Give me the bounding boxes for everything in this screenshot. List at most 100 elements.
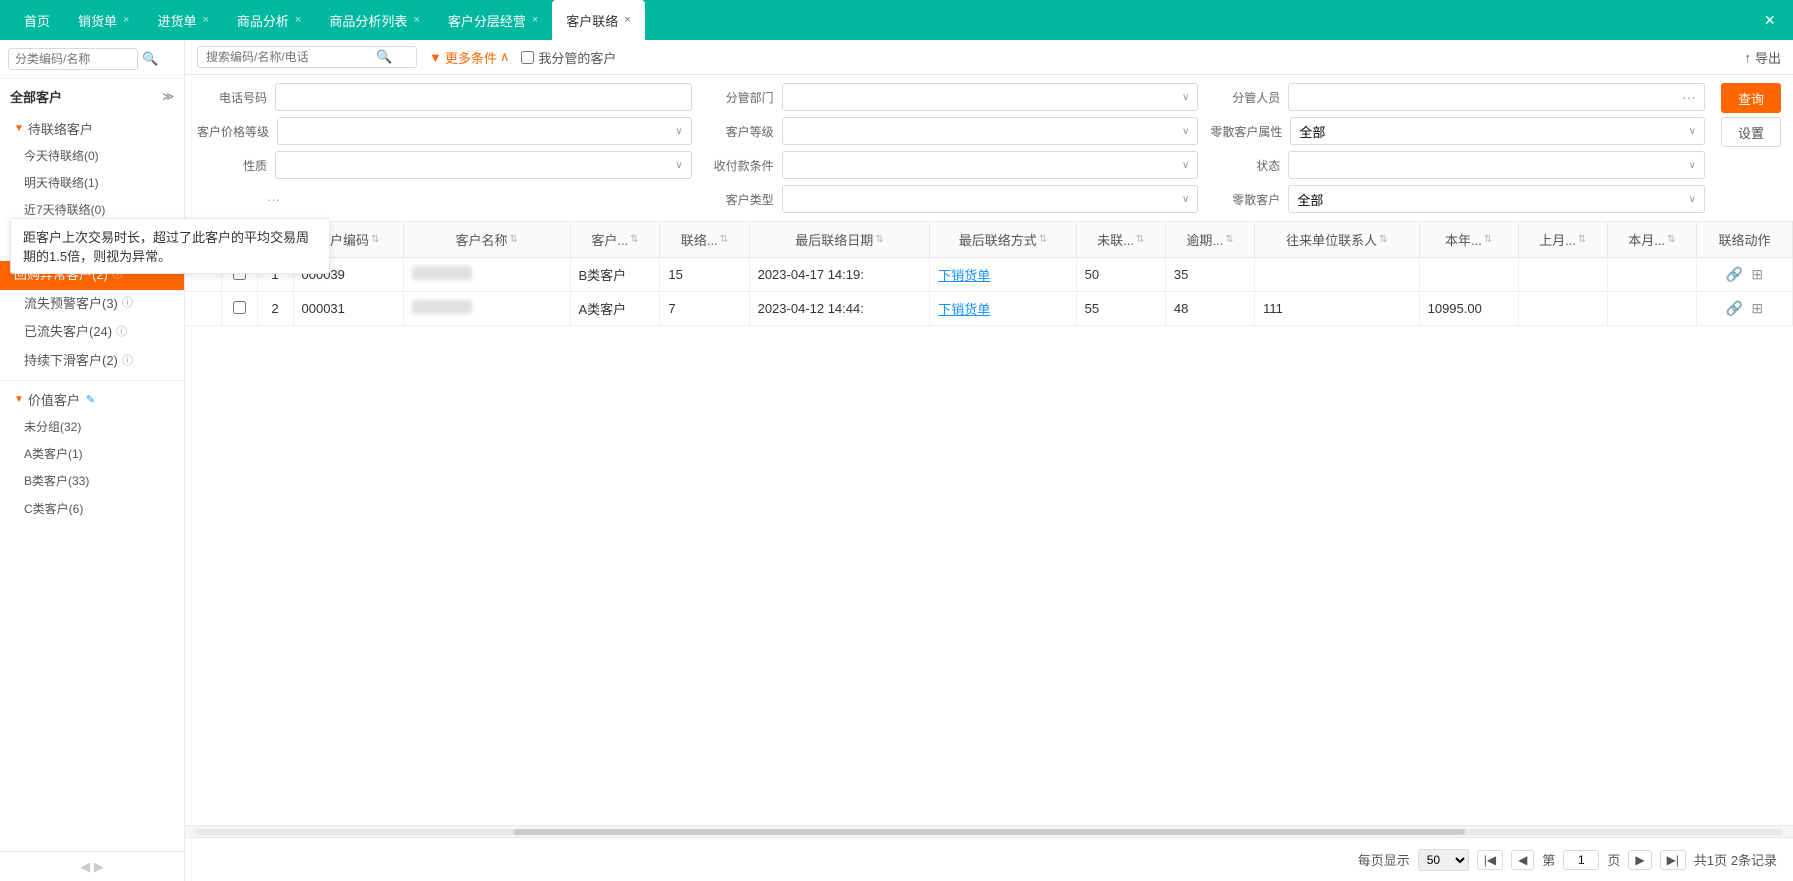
col-header-not-contacted[interactable]: 未联... ⇅ <box>1076 222 1165 258</box>
col-header-last-method[interactable]: 最后联络方式 ⇅ <box>930 222 1076 258</box>
sidebar-group-value-customers[interactable]: ▼ 价值客户 ✎ <box>0 385 184 414</box>
col-header-overdue[interactable]: 逾期... ⇅ <box>1165 222 1254 258</box>
nav-item-customer-layer[interactable]: 客户分层经营 × <box>434 0 552 40</box>
scroll-thumb[interactable] <box>513 829 1466 835</box>
col-header-contact-person[interactable]: 往来单位联系人 ⇅ <box>1255 222 1420 258</box>
row2-method-link[interactable]: 下销货单 <box>938 302 990 317</box>
row2-contact-person: 111 <box>1255 292 1420 326</box>
sidebar-item-a-class[interactable]: A类客户(1) <box>0 441 184 468</box>
nav-item-product-analysis-list[interactable]: 商品分析列表 × <box>315 0 433 40</box>
nav-item-purchase[interactable]: 进货单 × <box>143 0 222 40</box>
my-customer-checkbox-area[interactable]: 我分管的客户 <box>521 48 616 67</box>
sidebar-group-pending-contact[interactable]: ▼ 待联络客户 <box>0 114 184 143</box>
nav-item-home[interactable]: 首页 <box>10 0 64 40</box>
row1-grid-icon[interactable]: ⊞ <box>1751 266 1763 283</box>
manager-input[interactable]: ··· <box>1288 83 1705 111</box>
close-purchase-icon[interactable]: × <box>202 14 208 26</box>
sidebar-collapse-icon[interactable]: ≫ <box>162 90 174 103</box>
main-layout: 🔍 全部客户 ≫ ▼ 待联络客户 今天待联络(0) 明天待联络(1) 近7天待联… <box>0 40 1793 881</box>
tooltip-box: 距客户上次交易时长，超过了此客户的平均交易周期的1.5倍，则视为异常。 <box>10 218 185 274</box>
sidebar-search-input[interactable] <box>8 48 138 70</box>
customer-grade-select[interactable]: ∨ <box>782 117 1199 145</box>
sidebar-item-c-class[interactable]: C类客户(6) <box>0 496 184 523</box>
sidebar-bottom-arrow[interactable]: ◀ ▶ <box>80 859 104 875</box>
row1-this-month <box>1607 258 1696 292</box>
row1-last-method[interactable]: 下销货单 <box>930 258 1076 292</box>
col-header-contact[interactable]: 联络... ⇅ <box>660 222 749 258</box>
close-product-list-icon[interactable]: × <box>413 14 419 26</box>
arrow-down-icon: ▼ <box>14 123 24 134</box>
search-icon[interactable]: 🔍 <box>376 49 392 65</box>
prev-page-button[interactable]: ◀ <box>1511 850 1534 870</box>
more-conditions-button[interactable]: ▼ 更多条件 ∧ <box>429 48 509 67</box>
row2-link-icon[interactable]: 🔗 <box>1726 300 1743 317</box>
filter-status: 状态 ∨ <box>1210 151 1705 179</box>
next-page-button[interactable]: ▶ <box>1628 850 1651 870</box>
last-page-button[interactable]: ▶| <box>1660 850 1686 870</box>
row2-code: 000031 <box>293 292 403 326</box>
col-header-this-year[interactable]: 本年... ⇅ <box>1419 222 1518 258</box>
sidebar-all-customers-header[interactable]: 全部客户 ≫ <box>0 79 184 114</box>
filter-row-2: 客户价格等级 ∨ 客户等级 ∨ 零散客户属性 <box>197 117 1705 145</box>
dept-select[interactable]: ∨ <box>782 83 1199 111</box>
sidebar-item-churned[interactable]: 已流失客户(24) ⓘ <box>0 318 184 347</box>
close-all-tabs-button[interactable]: × <box>1756 10 1783 31</box>
horizontal-scrollbar[interactable] <box>185 825 1793 837</box>
sidebar-item-declining[interactable]: 持续下滑客户(2) ⓘ <box>0 347 184 376</box>
filter-dept: 分管部门 ∨ <box>704 83 1199 111</box>
page-suffix: 页 <box>1607 850 1620 869</box>
my-customer-checkbox[interactable] <box>521 51 534 64</box>
row2-no: 2 <box>257 292 293 326</box>
col-header-type[interactable]: 客户... ⇅ <box>570 222 660 258</box>
row1-link-icon[interactable]: 🔗 <box>1726 266 1743 283</box>
sort-not-contacted-icon: ⇅ <box>1136 234 1144 245</box>
row1-not-contacted: 50 <box>1076 258 1165 292</box>
close-customer-layer-icon[interactable]: × <box>532 14 538 26</box>
price-grade-select[interactable]: ∨ <box>277 117 692 145</box>
export-button[interactable]: ↑ 导出 <box>1744 48 1781 67</box>
payment-select[interactable]: ∨ <box>782 151 1199 179</box>
sidebar-search-icon[interactable]: 🔍 <box>142 51 158 67</box>
close-product-analysis-icon[interactable]: × <box>295 14 301 26</box>
sidebar-item-b-class[interactable]: B类客户(33) <box>0 468 184 495</box>
col-header-last-month[interactable]: 上月... ⇅ <box>1518 222 1607 258</box>
filter-payment-terms: 收付款条件 ∨ <box>704 151 1199 179</box>
customer-type-select[interactable]: ∨ <box>782 185 1199 213</box>
retail-attr-arrow-icon: ∨ <box>1689 126 1696 137</box>
row2-checkbox[interactable] <box>233 301 246 314</box>
sidebar-item-ungrouped[interactable]: 未分组(32) <box>0 414 184 441</box>
nav-item-product-analysis[interactable]: 商品分析 × <box>223 0 315 40</box>
more-dots[interactable]: ··· <box>197 192 692 207</box>
row2-type: A类客户 <box>570 292 660 326</box>
phone-label: 电话号码 <box>197 89 267 106</box>
edit-value-group-icon[interactable]: ✎ <box>86 393 95 406</box>
sidebar-item-today-contact[interactable]: 今天待联络(0) <box>0 143 184 170</box>
row2-contact: 7 <box>660 292 749 326</box>
settings-button[interactable]: 设置 <box>1721 117 1781 147</box>
col-header-this-month[interactable]: 本月... ⇅ <box>1607 222 1696 258</box>
row2-grid-icon[interactable]: ⊞ <box>1751 300 1763 317</box>
row2-last-method[interactable]: 下销货单 <box>930 292 1076 326</box>
retail-customer-arrow-icon: ∨ <box>1689 194 1696 205</box>
sort-type-icon: ⇅ <box>630 234 638 245</box>
search-input[interactable] <box>206 50 376 64</box>
row2-check[interactable] <box>221 292 257 326</box>
sidebar-item-tomorrow-contact[interactable]: 明天待联络(1) <box>0 170 184 197</box>
close-customer-contact-icon[interactable]: × <box>624 14 630 26</box>
retail-customer-select[interactable]: 全部 ∨ <box>1288 185 1705 213</box>
nature-select[interactable]: ∨ <box>275 151 692 179</box>
row1-method-link[interactable]: 下销货单 <box>938 268 990 283</box>
nav-item-sales[interactable]: 销货单 × <box>64 0 143 40</box>
retail-attr-select[interactable]: 全部 ∨ <box>1290 117 1705 145</box>
first-page-button[interactable]: |◀ <box>1477 850 1503 870</box>
phone-input[interactable] <box>275 83 692 111</box>
page-number-input[interactable] <box>1563 850 1599 870</box>
nav-item-customer-contact[interactable]: 客户联络 × <box>552 0 644 40</box>
query-button[interactable]: 查询 <box>1721 83 1781 113</box>
col-header-name[interactable]: 客户名称 ⇅ <box>403 222 570 258</box>
per-page-select[interactable]: 50 100 200 <box>1418 849 1469 871</box>
sidebar-item-churn-warning[interactable]: 流失预警客户(3) ⓘ <box>0 290 184 319</box>
status-select[interactable]: ∨ <box>1288 151 1705 179</box>
close-sales-icon[interactable]: × <box>123 14 129 26</box>
col-header-last-date[interactable]: 最后联络日期 ⇅ <box>749 222 930 258</box>
